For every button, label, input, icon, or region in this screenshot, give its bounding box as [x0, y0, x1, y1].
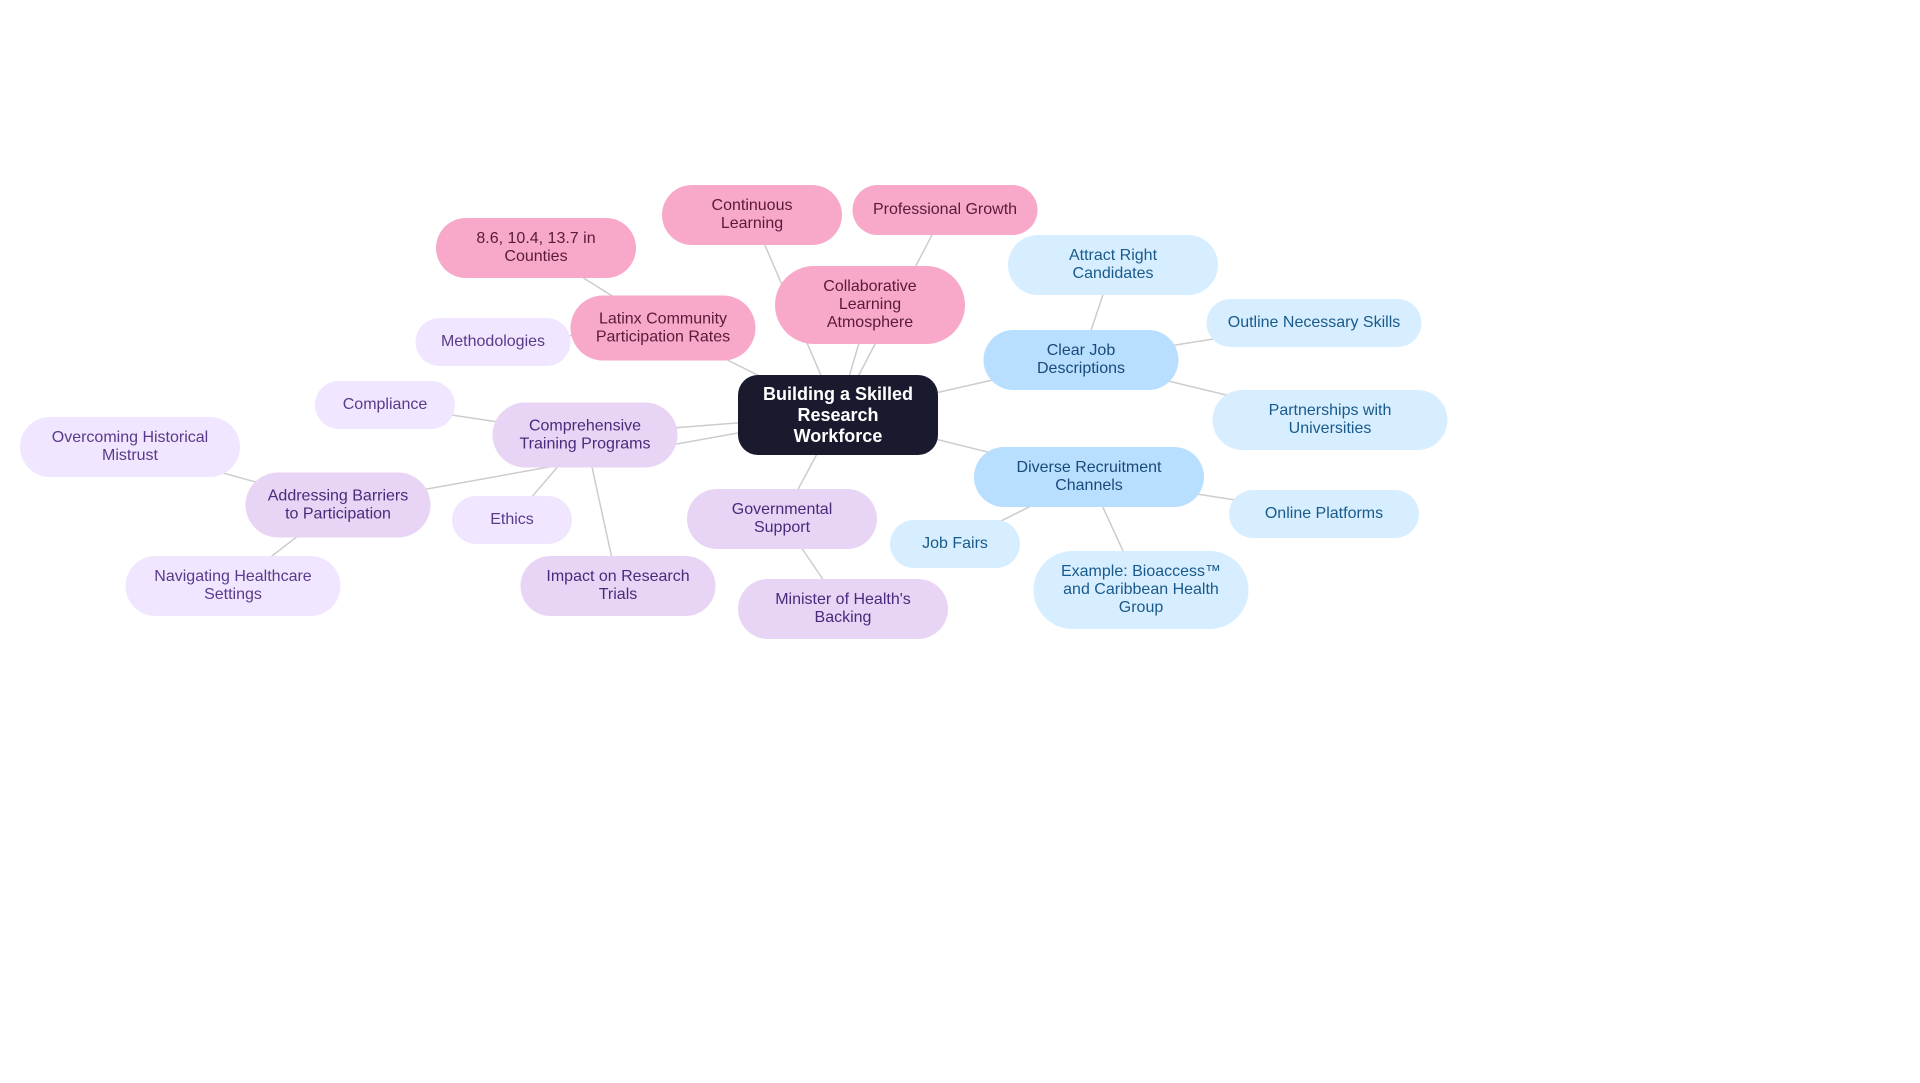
node-collaborative-learning[interactable]: Collaborative Learning Atmosphere	[775, 266, 965, 344]
node-bioaccess-example[interactable]: Example: Bioaccess™ and Caribbean Health…	[1034, 551, 1249, 629]
node-professional-growth[interactable]: Professional Growth	[853, 185, 1038, 235]
node-impact-research[interactable]: Impact on Research Trials	[521, 556, 716, 616]
node-clear-job[interactable]: Clear Job Descriptions	[984, 330, 1179, 390]
node-addressing-barriers[interactable]: Addressing Barriers to Participation	[246, 473, 431, 538]
node-comprehensive-training[interactable]: Comprehensive Training Programs	[493, 403, 678, 468]
node-counties[interactable]: 8.6, 10.4, 13.7 in Counties	[436, 218, 636, 278]
node-compliance[interactable]: Compliance	[315, 381, 455, 429]
mindmap-container: Building a Skilled Research Workforce Con…	[0, 0, 1920, 1083]
center-node[interactable]: Building a Skilled Research Workforce	[738, 375, 938, 455]
node-governmental-support[interactable]: Governmental Support	[687, 489, 877, 549]
node-job-fairs[interactable]: Job Fairs	[890, 520, 1020, 568]
node-attract-candidates[interactable]: Attract Right Candidates	[1008, 235, 1218, 295]
node-navigating-healthcare[interactable]: Navigating Healthcare Settings	[126, 556, 341, 616]
node-partnerships[interactable]: Partnerships with Universities	[1213, 390, 1448, 450]
node-methodologies[interactable]: Methodologies	[416, 318, 571, 366]
node-latinx-community[interactable]: Latinx Community Participation Rates	[571, 296, 756, 361]
node-continuous-learning[interactable]: Continuous Learning	[662, 185, 842, 245]
node-minister-health[interactable]: Minister of Health's Backing	[738, 579, 948, 639]
node-online-platforms[interactable]: Online Platforms	[1229, 490, 1419, 538]
node-outline-skills[interactable]: Outline Necessary Skills	[1207, 299, 1422, 347]
node-diverse-recruitment[interactable]: Diverse Recruitment Channels	[974, 447, 1204, 507]
node-ethics[interactable]: Ethics	[452, 496, 572, 544]
node-overcoming-mistrust[interactable]: Overcoming Historical Mistrust	[20, 417, 240, 477]
